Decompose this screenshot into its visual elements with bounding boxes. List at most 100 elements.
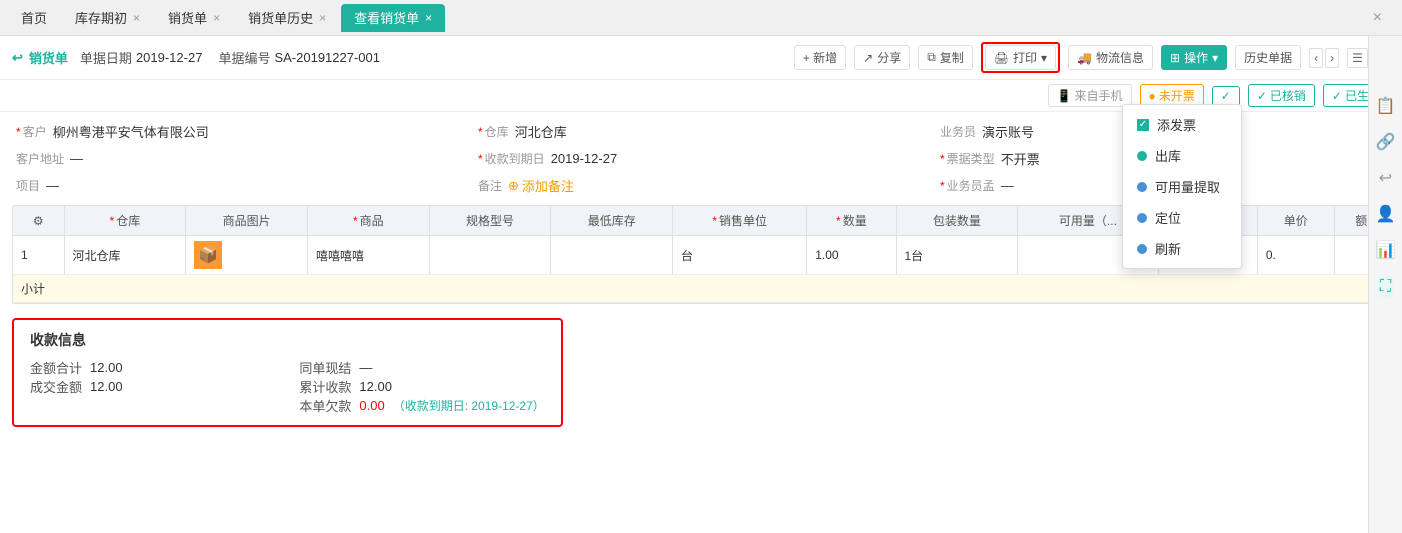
col-settings[interactable]: ⚙ [13, 206, 64, 236]
close-view-sales-tab[interactable]: × [425, 11, 432, 25]
new-button[interactable]: + 新增 [794, 45, 846, 70]
row-pack-qty: 1台 [896, 236, 1018, 275]
same-order-row: 同单现结 — [299, 358, 544, 377]
col-image: 商品图片 [186, 206, 308, 236]
copy-icon: ⧉ [927, 50, 936, 65]
mobile-icon: 📱 [1057, 89, 1072, 103]
invoice-type-value: 不开票 [1001, 149, 1040, 168]
check-icon: ✓ [1257, 89, 1267, 103]
col-quantity: 数量 [807, 206, 896, 236]
teal-dot-icon [1137, 151, 1147, 161]
close-sales-tab[interactable]: × [213, 11, 220, 25]
payment-grid: 金额合计 12.00 成交金额 12.00 同单现结 — [30, 358, 545, 415]
logistics-button[interactable]: 🚚 物流信息 [1068, 45, 1153, 70]
truck-icon: 🚚 [1077, 51, 1092, 65]
doc-meta: 单据日期 2019-12-27 单据编号 SA-20191227-001 [80, 48, 380, 67]
document-header: ↩ 销货单 单据日期 2019-12-27 单据编号 SA-20191227-0… [0, 36, 1402, 80]
right-sidebar: 📋 🔗 ↩ 👤 📊 ⛶ [1368, 36, 1402, 533]
mobile-status-button[interactable]: 📱 来自手机 [1048, 84, 1132, 107]
sidebar-link-icon[interactable]: 🔗 [1376, 132, 1396, 152]
sold-button[interactable]: ✓ 已核销 [1248, 84, 1315, 107]
add-remark-button[interactable]: ⊕ 添加备注 [508, 176, 574, 195]
warehouse-label: 仓库 [478, 123, 509, 140]
confirm-button[interactable]: ✓ [1212, 86, 1240, 106]
prev-button[interactable]: ‹ [1309, 48, 1323, 68]
settings-icon: ⚙ [33, 214, 44, 228]
history-button[interactable]: 历史单据 [1235, 45, 1301, 70]
print-icon: 🖨 [994, 51, 1009, 65]
add-invoice-item[interactable]: ✓ 添发票 [1123, 109, 1241, 140]
customer-label: 客户 [16, 123, 47, 140]
tab-bar: 首页 库存期初 × 销货单 × 销货单历史 × 查看销货单 × × [0, 0, 1402, 36]
row-unit: 台 [673, 236, 807, 275]
sidebar-return-icon[interactable]: ↩ [1379, 168, 1392, 188]
print-highlight: 🖨 打印 ▾ [981, 42, 1060, 73]
remark-label: 备注 [478, 177, 502, 194]
col-product: 商品 [307, 206, 429, 236]
project-label: 项目 [16, 177, 40, 194]
blue-dot-icon-available [1137, 182, 1147, 192]
outstanding-row: 本单欠款 0.00 （收款到期日: 2019-12-27） [299, 396, 544, 415]
salesperson-label: 业务员孟 [940, 177, 995, 194]
col-pack-qty: 包装数量 [896, 206, 1018, 236]
list-view-button[interactable]: ☰ [1347, 48, 1368, 68]
sidebar-expand-icon[interactable]: ⛶ [1378, 276, 1393, 298]
plus-icon: ⊕ [508, 178, 519, 194]
sidebar-chart-icon[interactable]: 📊 [1376, 240, 1396, 260]
row-image: 📦 [186, 236, 308, 275]
address-value: — [70, 151, 83, 166]
locate-item[interactable]: 定位 [1123, 202, 1241, 233]
tab-sales-history[interactable]: 销货单历史 × [235, 4, 339, 32]
staff-value: 演示账号 [982, 122, 1034, 141]
row-warehouse: 河北仓库 [64, 236, 186, 275]
row-spec [429, 236, 551, 275]
sidebar-doc-icon[interactable]: 📋 [1376, 96, 1396, 116]
warehouse-field: 仓库 河北仓库 [478, 122, 924, 141]
tab-home[interactable]: 首页 [8, 4, 60, 32]
print-dropdown-arrow[interactable]: ▾ [1041, 51, 1047, 65]
subtotal-row: 小计 [13, 275, 1389, 303]
share-icon: ↗ [863, 51, 873, 65]
tab-inventory[interactable]: 库存期初 × [62, 4, 153, 32]
close-inventory-tab[interactable]: × [133, 11, 140, 25]
operations-dropdown: ✓ 添发票 出库 可用量提取 定位 刷新 [1122, 104, 1242, 269]
payment-title: 收款信息 [30, 330, 545, 350]
cumulative-row: 累计收款 12.00 [299, 377, 544, 396]
warehouse-value: 河北仓库 [515, 122, 567, 141]
row-num: 1 [13, 236, 64, 275]
salesperson-value: — [1001, 178, 1014, 193]
address-field: 客户地址 — [16, 149, 462, 168]
copy-button[interactable]: ⧉ 复制 [918, 45, 973, 70]
next-button[interactable]: › [1325, 48, 1339, 68]
operations-button[interactable]: ⊞ 操作 ▾ [1161, 45, 1227, 70]
col-unit: 销售单位 [673, 206, 807, 236]
col-spec: 规格型号 [429, 206, 551, 236]
address-label: 客户地址 [16, 150, 64, 167]
payment-date-value: 2019-12-27 [551, 151, 618, 166]
close-history-tab[interactable]: × [319, 11, 326, 25]
payment-col-right: 同单现结 — 累计收款 12.00 本单欠款 0.00 （收款到期日: 2019… [299, 358, 544, 415]
tab-view-sales[interactable]: 查看销货单 × [341, 4, 445, 32]
col-min-stock: 最低库存 [551, 206, 673, 236]
project-field: 项目 — [16, 176, 462, 195]
refresh-item[interactable]: 刷新 [1123, 233, 1241, 264]
tab-sales[interactable]: 销货单 × [155, 4, 233, 32]
available-qty-item[interactable]: 可用量提取 [1123, 171, 1241, 202]
invoice-type-label: 票据类型 [940, 150, 995, 167]
total-amount-row: 金额合计 12.00 [30, 358, 275, 377]
close-window-button[interactable]: × [1361, 9, 1394, 27]
invoice-icon: ● [1149, 89, 1156, 103]
product-image: 📦 [194, 241, 222, 269]
blue-dot-icon-refresh [1137, 244, 1147, 254]
print-button[interactable]: 🖨 打印 ▾ [985, 45, 1056, 70]
staff-label: 业务员 [940, 123, 976, 140]
nav-arrows: ‹ › [1309, 48, 1339, 68]
doc-number-label: 单据编号 SA-20191227-001 [218, 48, 380, 67]
sidebar-user-icon[interactable]: 👤 [1376, 204, 1396, 224]
operations-dropdown-arrow[interactable]: ▾ [1212, 51, 1218, 65]
customer-field: 客户 柳州粤港平安气体有限公司 [16, 122, 462, 141]
outbound-item[interactable]: 出库 [1123, 140, 1241, 171]
remark-field: 备注 ⊕ 添加备注 [478, 176, 924, 195]
share-button[interactable]: ↗ 分享 [854, 45, 910, 70]
payment-date-field: 收款到期日 2019-12-27 [478, 149, 924, 168]
